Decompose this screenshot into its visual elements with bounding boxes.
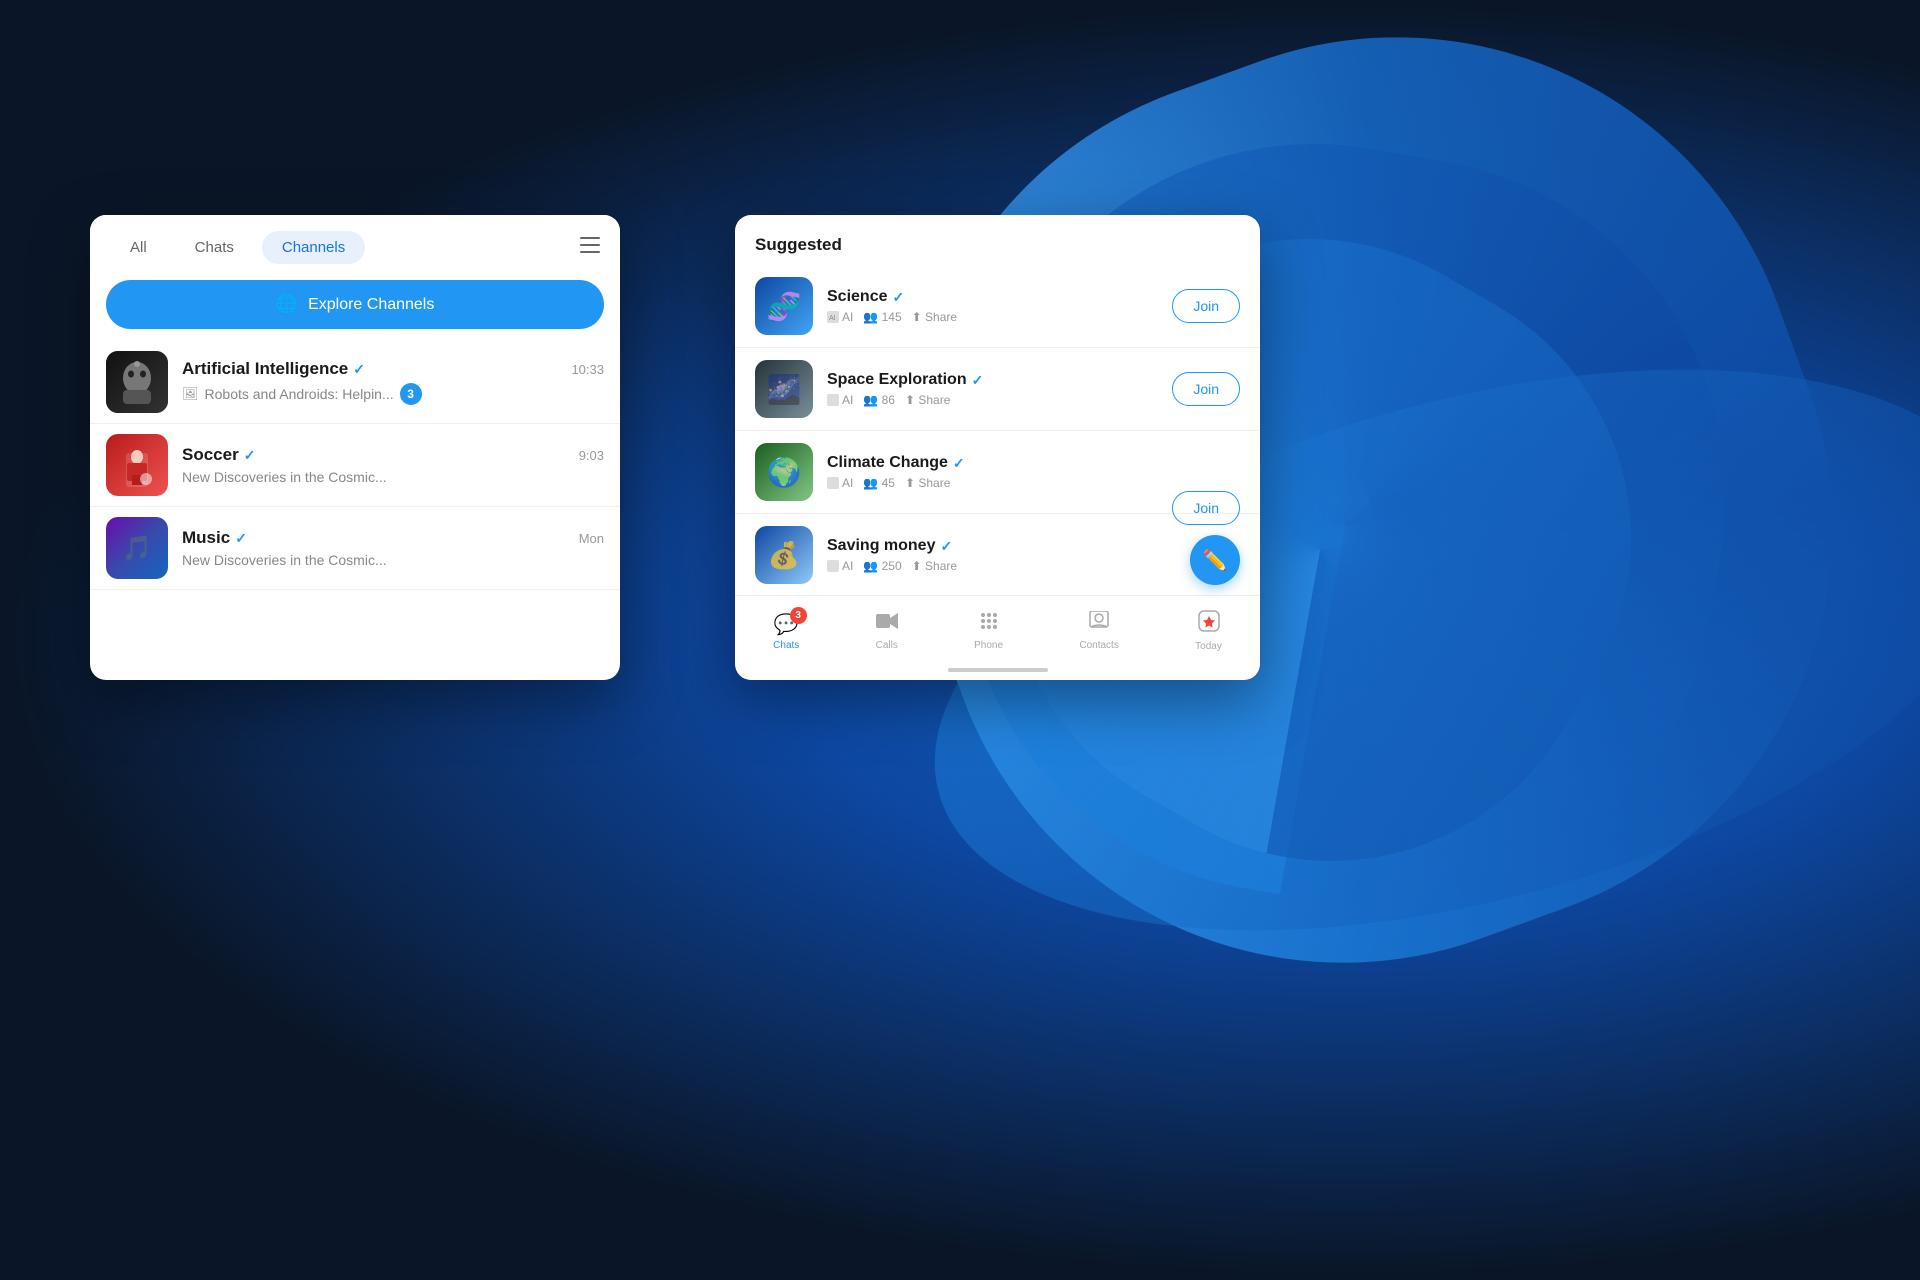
ai-label-saving: AI	[827, 559, 853, 573]
today-nav-label: Today	[1195, 641, 1222, 652]
channel-name-space: Space Exploration	[827, 371, 967, 389]
channel-name-saving: Saving money	[827, 537, 935, 555]
channel-info-ai: Artificial Intelligence ✓ 10:33 🖼 Robots…	[182, 359, 604, 405]
nav-tab-contacts[interactable]: Contacts	[1059, 607, 1138, 655]
list-item[interactable]: Soccer ✓ 9:03 New Discoveries in the Cos…	[90, 424, 620, 507]
calls-nav-label: Calls	[876, 640, 898, 651]
verified-icon-climate: ✓	[953, 455, 965, 472]
channel-info-space: Space Exploration ✓ AI 👥 86 ⬆ Share	[827, 371, 1158, 407]
suggested-avatar-science: 🧬	[755, 277, 813, 335]
contacts-nav-icon	[1088, 611, 1110, 637]
verified-icon-music: ✓	[235, 530, 247, 547]
channel-name-climate: Climate Change	[827, 454, 948, 472]
list-item[interactable]: 💰 Saving money ✓ AI 👥 250 ⬆ Share Join	[735, 514, 1260, 595]
explore-channels-button[interactable]: 🌐 Explore Channels	[106, 280, 604, 329]
suggested-avatar-saving: 💰	[755, 526, 813, 584]
verified-icon-space: ✓	[972, 372, 984, 389]
unread-badge-ai: 3	[400, 383, 422, 405]
telegram-channels-panel: All Chats Channels 🌐 Explore Channels	[90, 215, 620, 680]
channel-name-soccer: Soccer	[182, 445, 239, 465]
ai-label-space: AI	[827, 393, 853, 407]
list-item[interactable]: Artificial Intelligence ✓ 10:33 🖼 Robots…	[90, 341, 620, 424]
svg-text:AI: AI	[829, 315, 836, 322]
chats-badge: 3	[790, 607, 807, 624]
suggested-section-title: Suggested	[735, 215, 1260, 265]
share-saving: ⬆ Share	[912, 559, 957, 573]
suggested-avatar-space: 🌌	[755, 360, 813, 418]
nav-tab-phone[interactable]: Phone	[954, 607, 1023, 655]
channel-info-saving: Saving money ✓ AI 👥 250 ⬆ Share	[827, 537, 1158, 573]
verified-icon-science: ✓	[892, 289, 904, 306]
explore-channels-label: Explore Channels	[308, 296, 434, 314]
channel-time-music: Mon	[579, 531, 604, 546]
suggested-avatar-climate: 🌍	[755, 443, 813, 501]
join-button-space[interactable]: Join	[1172, 372, 1240, 406]
phone-nav-label: Phone	[974, 640, 1003, 651]
preview-image-icon: 🖼	[182, 386, 199, 402]
suggested-channels-panel: Suggested 🧬 Science ✓ AI AI 👥 145 ⬆ Sha	[735, 215, 1260, 680]
list-item[interactable]: 🧬 Science ✓ AI AI 👥 145 ⬆ Share Join	[735, 265, 1260, 348]
nav-tab-chats[interactable]: 💬 3 Chats	[753, 608, 819, 655]
channel-list: Artificial Intelligence ✓ 10:33 🖼 Robots…	[90, 341, 620, 590]
channel-avatar-ai	[106, 351, 168, 413]
tab-bar: All Chats Channels	[90, 215, 620, 272]
home-indicator	[735, 660, 1260, 680]
members-science: 👥 145	[863, 310, 901, 324]
compose-icon: ✏️	[1203, 548, 1228, 573]
ai-label-climate: AI	[827, 476, 853, 490]
share-climate: ⬆ Share	[905, 476, 950, 490]
calls-nav-icon	[876, 611, 898, 637]
verified-icon-soccer: ✓	[244, 447, 256, 464]
channel-avatar-music: 🎵	[106, 517, 168, 579]
nav-tab-today[interactable]: Today	[1175, 606, 1242, 656]
filter-icon[interactable]	[580, 237, 600, 258]
channel-name-science: Science	[827, 288, 887, 306]
channel-time-ai: 10:33	[571, 362, 604, 377]
channel-preview-music: New Discoveries in the Cosmic...	[182, 552, 387, 568]
verified-icon-saving: ✓	[940, 538, 952, 555]
channel-time-soccer: 9:03	[579, 448, 604, 463]
members-climate: 👥 45	[863, 476, 895, 490]
globe-icon: 🌐	[276, 294, 298, 315]
channel-info-music: Music ✓ Mon New Discoveries in the Cosmi…	[182, 528, 604, 568]
channel-info-climate: Climate Change ✓ AI 👥 45 ⬆ Share	[827, 454, 1156, 490]
suggested-list: 🧬 Science ✓ AI AI 👥 145 ⬆ Share Join	[735, 265, 1260, 595]
channel-avatar-soccer	[106, 434, 168, 496]
channel-preview-soccer: New Discoveries in the Cosmic...	[182, 469, 387, 485]
list-item[interactable]: 🌌 Space Exploration ✓ AI 👥 86 ⬆ Share Jo…	[735, 348, 1260, 431]
tab-channels[interactable]: Channels	[262, 231, 365, 264]
tab-chats[interactable]: Chats	[175, 231, 254, 264]
ai-label-science: AI AI	[827, 310, 853, 324]
chats-nav-label: Chats	[773, 640, 799, 651]
channel-name-ai: Artificial Intelligence	[182, 359, 348, 379]
verified-icon-ai: ✓	[353, 361, 365, 378]
phone-nav-icon	[979, 611, 999, 637]
channel-info-science: Science ✓ AI AI 👥 145 ⬆ Share	[827, 288, 1158, 324]
channel-info-soccer: Soccer ✓ 9:03 New Discoveries in the Cos…	[182, 445, 604, 485]
compose-fab[interactable]: ✏️	[1190, 535, 1240, 585]
today-nav-icon	[1198, 610, 1220, 638]
list-item[interactable]: 🎵 Music ✓ Mon New Discoveries in the Cos…	[90, 507, 620, 590]
members-saving: 👥 250	[863, 559, 901, 573]
join-button-science[interactable]: Join	[1172, 289, 1240, 323]
join-button-saving-bottom[interactable]: Join	[1172, 491, 1240, 525]
share-space: ⬆ Share	[905, 393, 950, 407]
channel-name-music: Music	[182, 528, 230, 548]
members-space: 👥 86	[863, 393, 895, 407]
contacts-nav-label: Contacts	[1079, 640, 1118, 651]
tab-all[interactable]: All	[110, 231, 167, 264]
bottom-navigation: 💬 3 Chats Calls	[735, 595, 1260, 660]
share-science: ⬆ Share	[912, 310, 957, 324]
nav-tab-calls[interactable]: Calls	[856, 607, 918, 655]
channel-preview-ai: Robots and Androids: Helpin...	[205, 386, 394, 402]
